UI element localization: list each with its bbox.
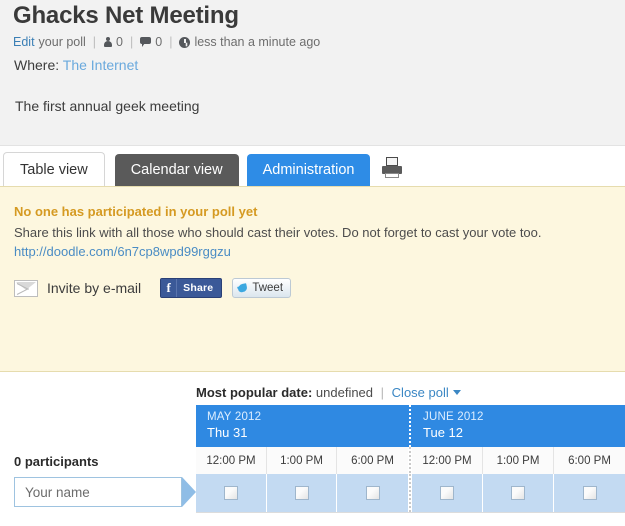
close-poll-link[interactable]: Close poll — [392, 385, 449, 400]
time-header-cell: 1:00 PM — [267, 447, 337, 474]
envelope-icon[interactable] — [14, 279, 38, 297]
vote-checkbox[interactable] — [294, 486, 309, 500]
time-header-cell: 1:00 PM — [483, 447, 554, 474]
vote-cell[interactable] — [337, 474, 408, 512]
where-row: Where: The Internet — [14, 57, 138, 73]
share-row: Invite by e-mail f Share Tweet — [14, 277, 292, 299]
time-group-separator — [408, 447, 412, 474]
vote-cell[interactable] — [196, 474, 267, 512]
tab-calendar-view[interactable]: Calendar view — [114, 154, 239, 186]
comments-meta: 0 — [140, 35, 162, 49]
participants-meta: 0 — [103, 35, 123, 49]
comments-count: 0 — [155, 35, 163, 49]
date-month-label: JUNE 2012 — [423, 411, 484, 423]
time-header-cell: 6:00 PM — [337, 447, 408, 474]
name-row-arrow — [182, 477, 196, 507]
time-header-cell: 6:00 PM — [554, 447, 625, 474]
printer-page-part — [386, 157, 399, 166]
vote-checkbox[interactable] — [440, 486, 454, 500]
meta-separator-3: | — [169, 35, 173, 49]
date-day-label: Thu 31 — [207, 425, 248, 440]
poll-share-link[interactable]: http://doodle.com/6n7cp8wpd99rggzu — [14, 244, 231, 259]
table-bottom-divider — [196, 512, 625, 513]
edit-poll-link[interactable]: Edit — [13, 35, 35, 49]
vote-cell[interactable] — [554, 474, 625, 512]
poll-table-area: Most popular date: undefined | Close pol… — [0, 373, 625, 526]
meta-separator-2: | — [130, 35, 134, 49]
vote-checkbox[interactable] — [365, 486, 380, 500]
vote-checkbox[interactable] — [582, 486, 597, 500]
vote-cell[interactable] — [412, 474, 483, 512]
chevron-down-icon[interactable] — [452, 390, 461, 395]
notice-text: Share this link with all those who shoul… — [14, 225, 542, 240]
vote-checkbox[interactable] — [511, 486, 525, 500]
notice-title: No one has participated in your poll yet — [14, 204, 258, 219]
name-input-cell — [14, 477, 200, 509]
tab-administration-label: Administration — [262, 162, 355, 178]
most-popular-label: Most popular date: — [196, 385, 313, 400]
tab-administration[interactable]: Administration — [246, 154, 371, 186]
doodle-poll-page: Ghacks Net Meeting Edit your poll | 0 | … — [0, 0, 625, 526]
twitter-tweet-button[interactable]: Tweet — [232, 278, 292, 298]
time-ago-text: less than a minute ago — [194, 35, 321, 49]
printer-tray-part — [385, 173, 400, 178]
vote-checkbox[interactable] — [224, 486, 238, 500]
participants-count: 0 — [116, 35, 123, 49]
popular-row-separator: | — [380, 385, 385, 400]
vote-entry-row — [196, 474, 625, 512]
vote-cell[interactable] — [483, 474, 554, 512]
meta-separator-1: | — [92, 35, 97, 49]
poll-description: The first annual geek meeting — [15, 98, 200, 114]
participants-count-label: 0 participants — [14, 454, 99, 469]
vote-group-separator — [408, 474, 412, 512]
no-participants-notice: No one has participated in your poll yet… — [0, 186, 625, 526]
time-header-row: 12:00 PM 1:00 PM 6:00 PM 12:00 PM 1:00 P… — [196, 447, 625, 474]
most-popular-value: undefined — [315, 385, 374, 400]
printer-icon[interactable] — [380, 157, 406, 183]
person-icon — [103, 36, 112, 48]
poll-header: Ghacks Net Meeting Edit your poll | 0 | … — [0, 0, 625, 146]
where-location-link[interactable]: The Internet — [63, 57, 139, 73]
twitter-bird-icon — [237, 282, 249, 294]
date-header-band: MAY 2012 Thu 31 JUNE 2012 Tue 12 — [196, 405, 625, 447]
time-header-cell: 12:00 PM — [412, 447, 483, 474]
date-month-label: MAY 2012 — [207, 411, 262, 423]
date-day-label: Tue 12 — [423, 425, 463, 440]
twitter-tweet-label: Tweet — [252, 282, 284, 294]
edit-poll-suffix: your poll — [38, 35, 86, 49]
most-popular-row: Most popular date: undefined | Close pol… — [196, 385, 461, 400]
date-header-may-2012: MAY 2012 Thu 31 — [196, 405, 408, 447]
view-tabs: Table view Calendar view Administration — [0, 152, 406, 186]
tab-calendar-view-label: Calendar view — [130, 162, 223, 178]
facebook-share-button[interactable]: f Share — [160, 278, 223, 298]
vote-cell[interactable] — [267, 474, 337, 512]
time-header-cell: 12:00 PM — [196, 447, 267, 474]
comment-icon — [140, 37, 152, 47]
your-name-input[interactable] — [14, 477, 182, 507]
timestamp-meta: less than a minute ago — [179, 35, 320, 49]
page-title: Ghacks Net Meeting — [13, 2, 239, 29]
invite-by-email-label[interactable]: Invite by e-mail — [47, 280, 141, 296]
poll-meta-row: Edit your poll | 0 | 0 | less than a min… — [13, 35, 320, 49]
facebook-share-label: Share — [183, 282, 214, 294]
date-header-june-2012: JUNE 2012 Tue 12 — [412, 405, 625, 447]
tab-table-view[interactable]: Table view — [3, 152, 105, 186]
clock-icon — [179, 36, 191, 48]
envelope-flap-right — [16, 287, 29, 295]
facebook-icon: f — [161, 279, 178, 297]
tab-table-view-label: Table view — [20, 161, 88, 178]
where-label: Where: — [14, 57, 60, 73]
